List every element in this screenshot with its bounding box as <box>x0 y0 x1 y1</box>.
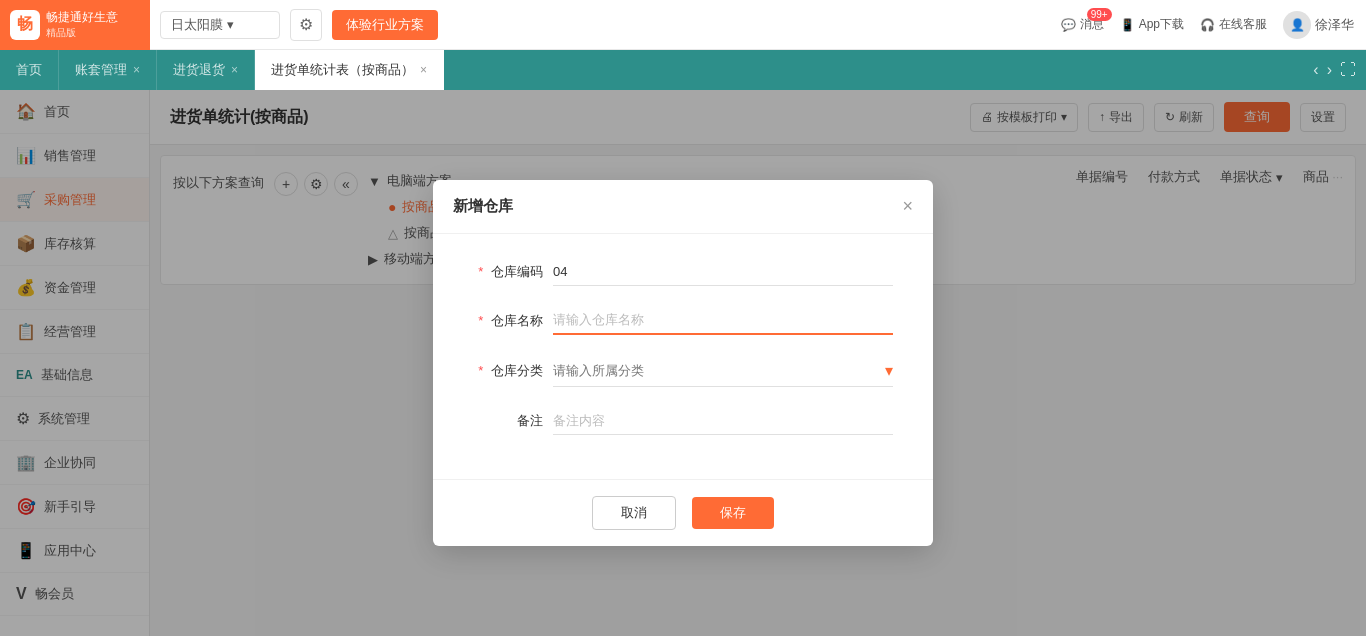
category-dropdown-icon: ▾ <box>885 361 893 380</box>
tab-purchase-return[interactable]: 进货退货 × <box>157 50 255 90</box>
tab-account-close[interactable]: × <box>133 63 140 77</box>
tab-expand-icon[interactable]: ⛶ <box>1340 61 1356 79</box>
tab-account[interactable]: 账套管理 × <box>59 50 157 90</box>
warehouse-name-label: * 仓库名称 <box>473 312 543 330</box>
user-area[interactable]: 👤 徐泽华 <box>1283 11 1354 39</box>
tab-purchase-stats-close[interactable]: × <box>420 63 427 77</box>
app-download[interactable]: 📱 App下载 <box>1120 16 1184 33</box>
top-header: 畅 畅捷通好生意 精品版 日太阳膜 ▾ ⚙ 体验行业方案 💬 消息 99+ 📱 … <box>0 0 1366 50</box>
modal-header: 新增仓库 × <box>433 180 933 234</box>
headset-icon: 🎧 <box>1200 18 1215 32</box>
tab-home-label: 首页 <box>16 61 42 79</box>
cancel-button[interactable]: 取消 <box>592 496 676 530</box>
tab-prev-icon[interactable]: ‹ <box>1313 61 1318 79</box>
tab-next-icon[interactable]: › <box>1327 61 1332 79</box>
name-required-star: * <box>478 313 483 328</box>
avatar: 👤 <box>1283 11 1311 39</box>
warehouse-code-input[interactable] <box>553 258 893 286</box>
modal-close-button[interactable]: × <box>902 196 913 217</box>
warehouse-name-row: * 仓库名称 <box>473 306 893 335</box>
logo-subtitle: 精品版 <box>46 26 118 39</box>
tab-home[interactable]: 首页 <box>0 50 59 90</box>
notification-area[interactable]: 💬 消息 99+ <box>1061 16 1104 33</box>
tab-purchase-return-label: 进货退货 <box>173 61 225 79</box>
header-right: 💬 消息 99+ 📱 App下载 🎧 在线客服 👤 徐泽华 <box>1061 11 1354 39</box>
tab-purchase-stats[interactable]: 进货单统计表（按商品） × <box>255 50 444 90</box>
trial-button[interactable]: 体验行业方案 <box>332 10 438 40</box>
tab-purchase-stats-label: 进货单统计表（按商品） <box>271 61 414 79</box>
warehouse-name-input[interactable] <box>553 306 893 335</box>
modal-footer: 取消 保存 <box>433 479 933 546</box>
gear-button[interactable]: ⚙ <box>290 9 322 41</box>
modal-body: * 仓库编码 * 仓库名称 * 仓库 <box>433 234 933 479</box>
save-button[interactable]: 保存 <box>692 497 774 529</box>
warehouse-category-row: * 仓库分类 ▾ <box>473 355 893 387</box>
username: 徐泽华 <box>1315 16 1354 34</box>
store-selector[interactable]: 日太阳膜 ▾ <box>160 11 280 39</box>
tab-bar: 首页 账套管理 × 进货退货 × 进货单统计表（按商品） × ‹ › ⛶ <box>0 50 1366 90</box>
chat-icon: 💬 <box>1061 18 1076 32</box>
tab-controls: ‹ › ⛶ <box>1303 50 1366 90</box>
modal: 新增仓库 × * 仓库编码 * 仓库名称 <box>433 180 933 546</box>
store-name: 日太阳膜 <box>171 16 223 34</box>
notes-label: 备注 <box>473 412 543 430</box>
logo-area: 畅 畅捷通好生意 精品版 <box>0 0 150 50</box>
category-select[interactable]: ▾ <box>553 355 893 387</box>
customer-service-label: 在线客服 <box>1219 16 1267 33</box>
notes-input[interactable] <box>553 407 893 435</box>
warehouse-code-label: * 仓库编码 <box>473 263 543 281</box>
logo-title: 畅捷通好生意 <box>46 10 118 26</box>
tab-purchase-return-close[interactable]: × <box>231 63 238 77</box>
modal-title: 新增仓库 <box>453 197 513 216</box>
required-star: * <box>478 264 483 279</box>
notes-row: 备注 <box>473 407 893 435</box>
warehouse-code-row: * 仓库编码 <box>473 258 893 286</box>
logo-icon: 畅 <box>10 10 40 40</box>
category-select-input[interactable] <box>553 363 885 378</box>
category-required-star: * <box>478 363 483 378</box>
tab-account-label: 账套管理 <box>75 61 127 79</box>
modal-overlay[interactable]: 新增仓库 × * 仓库编码 * 仓库名称 <box>0 90 1366 636</box>
phone-icon: 📱 <box>1120 18 1135 32</box>
notification-badge: 99+ <box>1087 8 1112 21</box>
store-arrow: ▾ <box>227 17 234 32</box>
app-download-label: App下载 <box>1139 16 1184 33</box>
customer-service[interactable]: 🎧 在线客服 <box>1200 16 1267 33</box>
main-layout: 🏠 首页 📊 销售管理 🛒 采购管理 📦 库存核算 💰 资金管理 📋 经营管理 … <box>0 90 1366 636</box>
warehouse-category-label: * 仓库分类 <box>473 362 543 380</box>
